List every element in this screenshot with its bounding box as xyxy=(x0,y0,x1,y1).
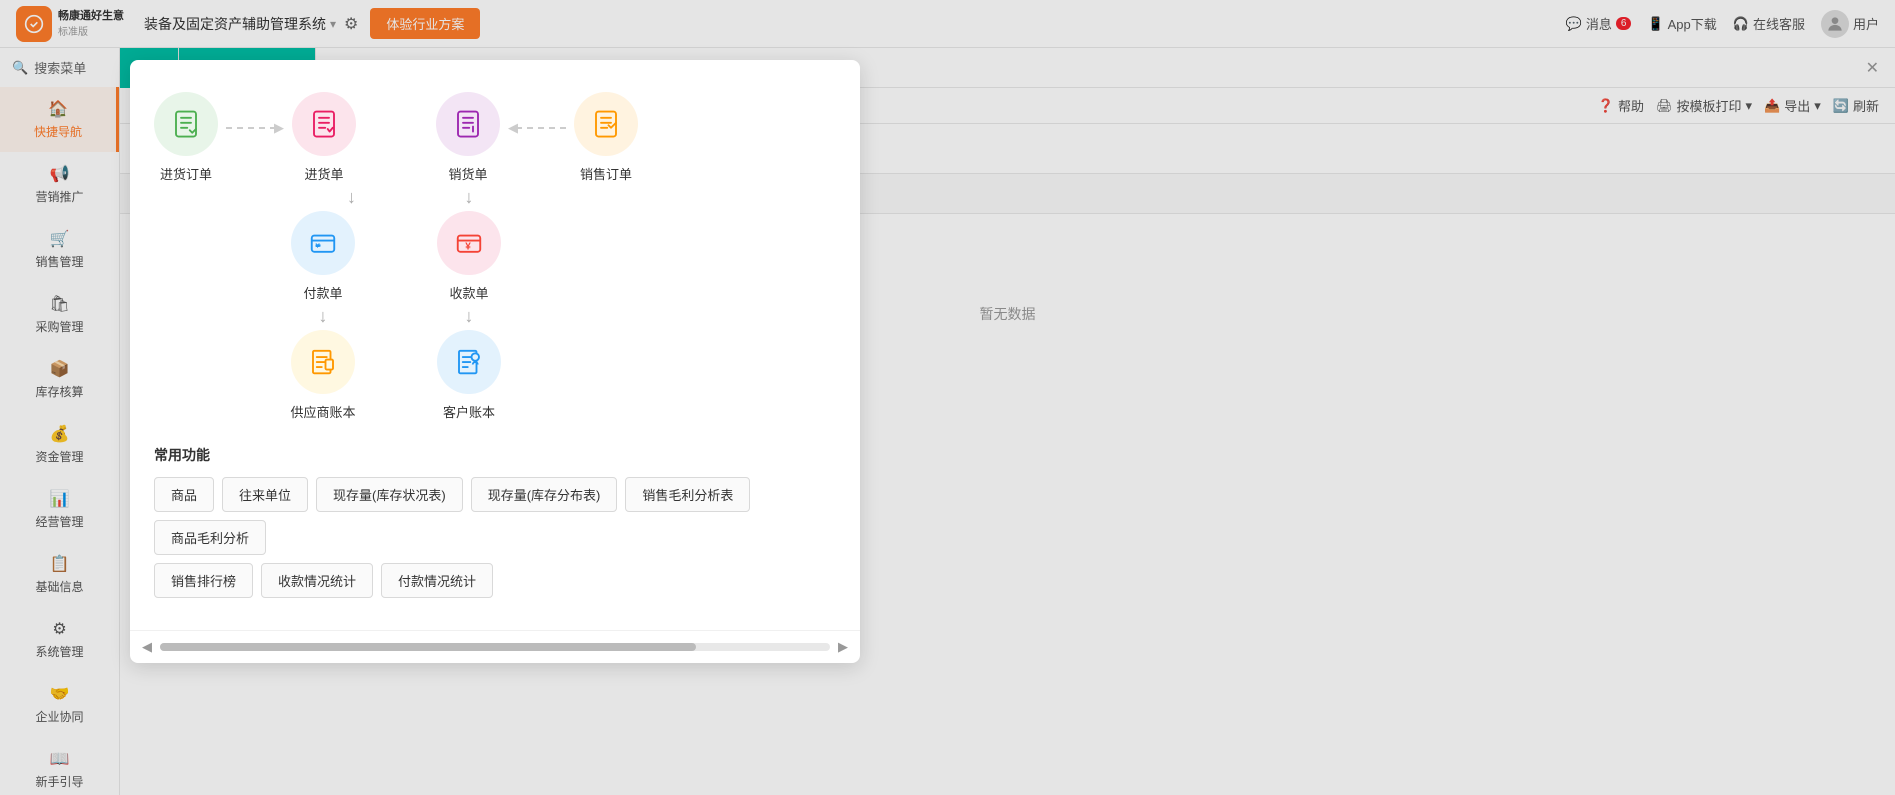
modal-overlay[interactable]: 进货订单 ▶ xyxy=(120,48,1895,795)
modal-footer: ◀ ▶ xyxy=(130,630,860,663)
quick-btn-5[interactable]: 商品毛利分析 xyxy=(154,520,266,555)
flow-node-purchase-order[interactable]: 进货订单 xyxy=(154,92,218,183)
flow-diagram: 进货订单 ▶ xyxy=(154,92,836,421)
flow-node-customer-account[interactable]: 客户账本 xyxy=(437,330,501,421)
purchase-bill-label: 进货单 xyxy=(304,164,343,183)
flow-node-sale-bill[interactable]: 销货单 xyxy=(436,92,500,183)
quick-btn-row2-1[interactable]: 收款情况统计 xyxy=(261,563,373,598)
quick-btn-row2-2[interactable]: 付款情况统计 xyxy=(381,563,493,598)
quick-btn-2[interactable]: 现存量(库存状况表) xyxy=(316,477,463,512)
quick-nav-modal: 进货订单 ▶ xyxy=(130,60,860,663)
scroll-track[interactable] xyxy=(160,643,830,651)
sale-order-label: 销售订单 xyxy=(580,164,632,183)
scroll-thumb xyxy=(160,643,696,651)
quick-btn-0[interactable]: 商品 xyxy=(154,477,214,512)
flow-arrow-sale: ◀ xyxy=(508,120,566,136)
flow-left-col: 进货订单 ▶ xyxy=(154,92,356,421)
scroll-left-btn[interactable]: ◀ xyxy=(142,639,152,655)
quick-btn-3[interactable]: 现存量(库存分布表) xyxy=(471,477,618,512)
flow-right-col: 销货单 ◀ xyxy=(436,92,638,421)
quick-btn-1[interactable]: 往来单位 xyxy=(222,477,308,512)
quick-btn-row2-0[interactable]: 销售排行榜 xyxy=(154,563,253,598)
down-arrow-receipt: ↓ xyxy=(465,183,474,211)
quick-btns-row1: 商品往来单位现存量(库存状况表)现存量(库存分布表)销售毛利分析表商品毛利分析 xyxy=(154,477,836,555)
svg-text:¥: ¥ xyxy=(465,241,471,252)
flow-node-receipt-bill[interactable]: ¥ 收款单 xyxy=(437,211,501,302)
down-arrow-supplier: ↓ xyxy=(319,302,328,330)
down-arrow-customer: ↓ xyxy=(465,302,474,330)
quick-btn-4[interactable]: 销售毛利分析表 xyxy=(625,477,750,512)
sale-bill-label: 销货单 xyxy=(448,164,487,183)
down-arrow-payment: ↓ xyxy=(154,183,356,211)
purchase-order-label: 进货订单 xyxy=(160,164,212,183)
receipt-bill-label: 收款单 xyxy=(449,283,488,302)
quick-btns-row2: 销售排行榜收款情况统计付款情况统计 xyxy=(154,563,836,598)
flow-arrow-purchase: ▶ xyxy=(226,120,284,136)
supplier-account-label: 供应商账本 xyxy=(290,402,355,421)
flow-node-payment-bill[interactable]: ¥ 付款单 xyxy=(291,211,355,302)
flow-node-sale-order[interactable]: 销售订单 xyxy=(574,92,638,183)
customer-account-label: 客户账本 xyxy=(443,402,495,421)
flow-node-supplier-account[interactable]: 供应商账本 xyxy=(290,330,355,421)
scroll-right-btn[interactable]: ▶ xyxy=(838,639,848,655)
quick-functions-title: 常用功能 xyxy=(154,445,836,465)
quick-functions: 常用功能 商品往来单位现存量(库存状况表)现存量(库存分布表)销售毛利分析表商品… xyxy=(154,445,836,598)
payment-bill-label: 付款单 xyxy=(303,283,342,302)
flow-node-purchase-bill[interactable]: 进货单 xyxy=(292,92,356,183)
